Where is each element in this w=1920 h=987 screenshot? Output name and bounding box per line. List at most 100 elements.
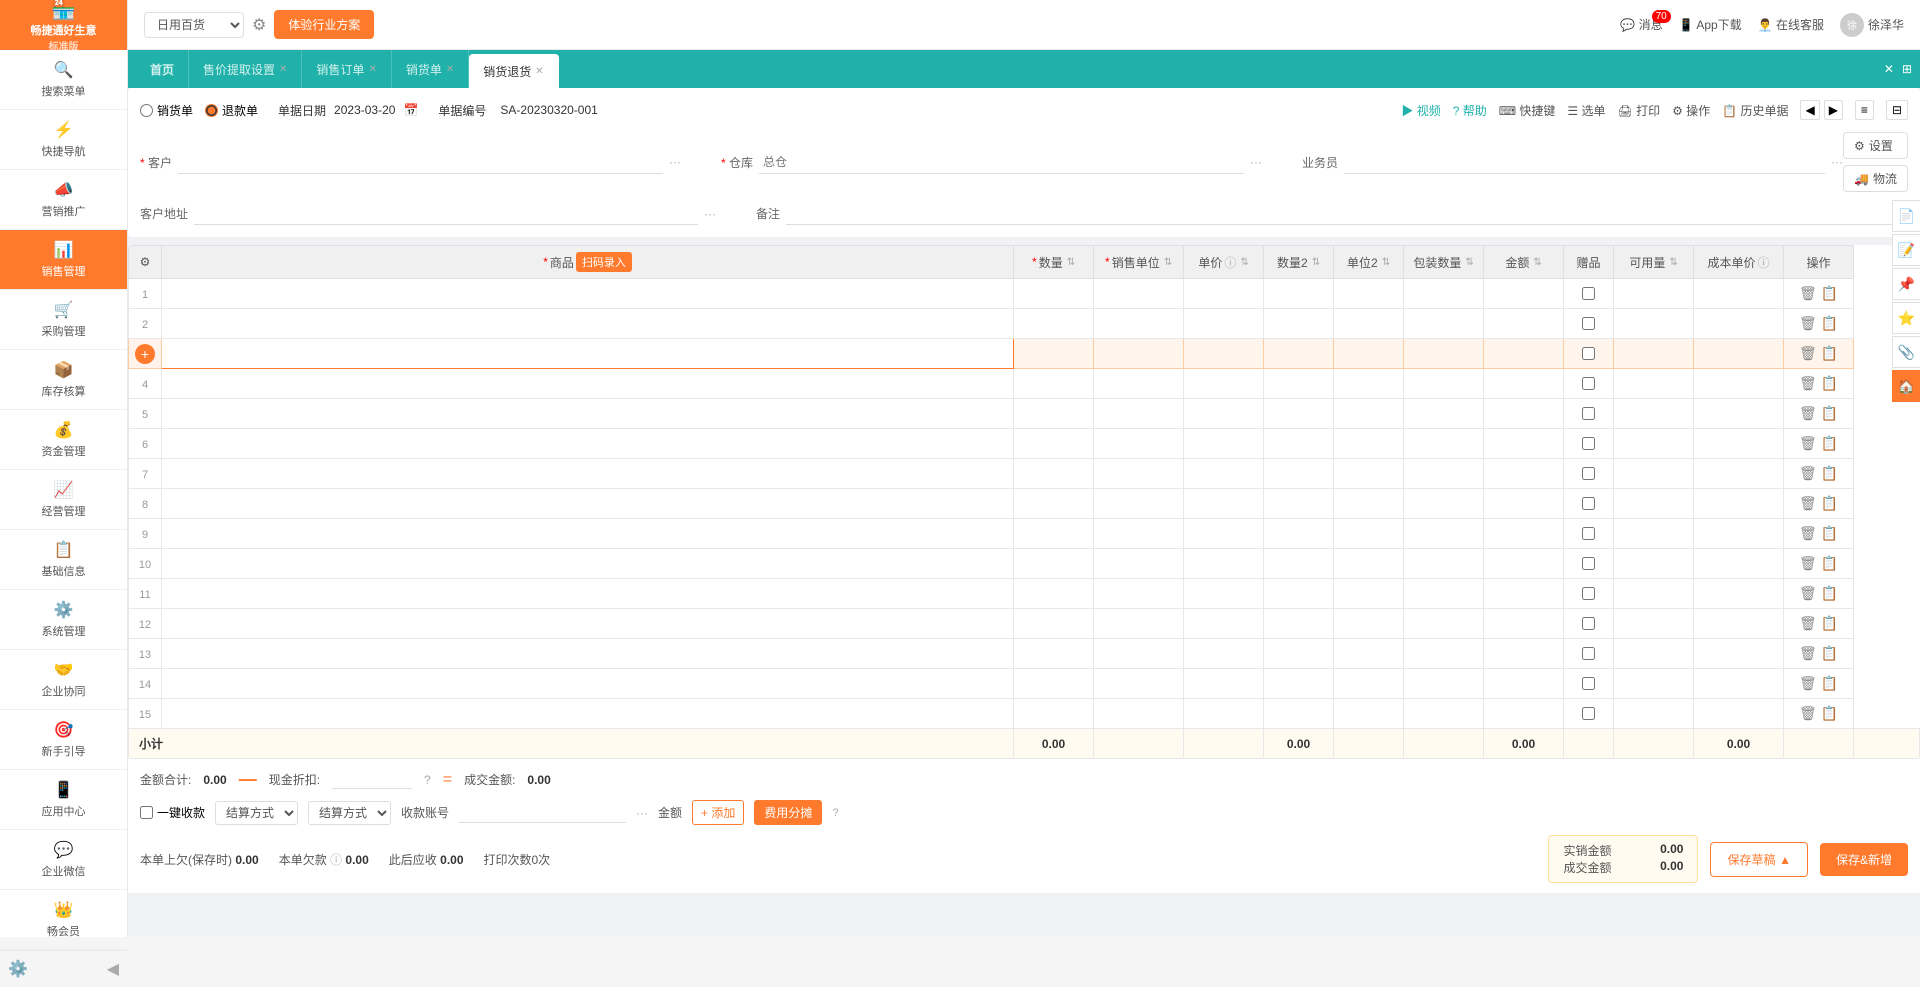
delete-row-btn[interactable]: 🗑 bbox=[1799, 405, 1817, 422]
quantity2-cell[interactable] bbox=[1264, 309, 1334, 339]
gift-checkbox[interactable] bbox=[1582, 527, 1595, 540]
settings-bottom-btn[interactable]: ⚙️ bbox=[8, 959, 28, 979]
copy-row-btn[interactable]: 📋 bbox=[1821, 375, 1838, 392]
quantity-cell-active[interactable] bbox=[1014, 339, 1094, 369]
delete-row-btn[interactable]: 🗑 bbox=[1799, 675, 1817, 692]
quantity2-cell[interactable] bbox=[1264, 279, 1334, 309]
amount-cell[interactable] bbox=[1484, 279, 1564, 309]
logistics-btn[interactable]: 🚚 物流 bbox=[1843, 165, 1908, 192]
product-cell[interactable] bbox=[162, 279, 1014, 309]
gift-checkbox[interactable] bbox=[1582, 317, 1595, 330]
quantity-cell[interactable] bbox=[1014, 279, 1094, 309]
sales-unit-cell-active[interactable] bbox=[1094, 339, 1184, 369]
delete-row-btn[interactable]: 🗑 bbox=[1799, 645, 1817, 662]
sidebar-item-finance[interactable]: 💰 资金管理 bbox=[0, 410, 127, 470]
unit-sort[interactable]: ⇅ bbox=[1164, 257, 1172, 268]
side-link-btn[interactable]: 📎 bbox=[1892, 336, 1920, 368]
tab-close-all[interactable]: ✕ bbox=[1884, 62, 1894, 76]
pack-qty-cell[interactable] bbox=[1404, 309, 1484, 339]
product-cell[interactable] bbox=[162, 309, 1014, 339]
sidebar-item-purchase[interactable]: 🛒 采购管理 bbox=[0, 290, 127, 350]
gift-checkbox[interactable] bbox=[1582, 557, 1595, 570]
copy-row-btn[interactable]: 📋 bbox=[1821, 555, 1838, 572]
customer-more-icon[interactable]: ··· bbox=[669, 155, 681, 169]
gift-checkbox[interactable] bbox=[1582, 377, 1595, 390]
staff-more-icon[interactable]: ··· bbox=[1831, 155, 1843, 169]
add-row-button[interactable]: + bbox=[135, 344, 155, 364]
copy-row-btn[interactable]: 📋 bbox=[1821, 315, 1838, 332]
copy-row-btn[interactable]: 📋 bbox=[1821, 525, 1838, 542]
side-home-btn[interactable]: 🏠 bbox=[1892, 370, 1920, 402]
gift-checkbox[interactable] bbox=[1582, 617, 1595, 630]
add-payment-btn[interactable]: + 添加 bbox=[692, 800, 744, 825]
sidebar-item-member[interactable]: 👑 畅会员 bbox=[0, 890, 127, 950]
gift-checkbox[interactable] bbox=[1582, 287, 1595, 300]
sales-unit-cell[interactable] bbox=[1094, 279, 1184, 309]
cost-price-cell[interactable] bbox=[1694, 279, 1784, 309]
radio-return[interactable]: 退款单 bbox=[205, 102, 258, 119]
copy-row-btn[interactable]: 📋 bbox=[1821, 705, 1838, 722]
th-settings[interactable]: ⚙ bbox=[129, 246, 162, 279]
delete-row-btn[interactable]: 🗑 bbox=[1799, 375, 1817, 392]
tab-sales-order[interactable]: 销售订单 ✕ bbox=[302, 50, 391, 88]
history-link[interactable]: 📋 历史单据 bbox=[1722, 102, 1788, 119]
radio-sales[interactable]: 销货单 bbox=[140, 102, 193, 119]
unit-price-cell[interactable] bbox=[1184, 309, 1264, 339]
gift-checkbox[interactable] bbox=[1582, 467, 1595, 480]
u2-sort[interactable]: ⇅ bbox=[1382, 257, 1390, 268]
delete-active-btn[interactable]: 🗑 bbox=[1799, 345, 1817, 362]
tab-order-close[interactable]: ✕ bbox=[368, 64, 376, 75]
view-detail-btn[interactable]: ⊟ bbox=[1886, 100, 1908, 120]
amount-sort[interactable]: ⇅ bbox=[1533, 257, 1541, 268]
side-star-btn[interactable]: ⭐ bbox=[1892, 302, 1920, 334]
sidebar-item-wechat[interactable]: 💬 企业微信 bbox=[0, 830, 127, 890]
sidebar-item-inventory[interactable]: 📦 库存核算 bbox=[0, 350, 127, 410]
copy-row-btn[interactable]: 📋 bbox=[1821, 675, 1838, 692]
price-sort[interactable]: ⇅ bbox=[1240, 257, 1248, 268]
address-more-icon[interactable]: ··· bbox=[704, 207, 716, 221]
delete-row-btn[interactable]: 🗑 bbox=[1799, 615, 1817, 632]
gift-checkbox[interactable] bbox=[1582, 677, 1595, 690]
next-record-btn[interactable]: ▶ bbox=[1824, 100, 1843, 120]
gift-checkbox[interactable] bbox=[1582, 647, 1595, 660]
gift-checkbox[interactable] bbox=[1582, 437, 1595, 450]
customer-input[interactable] bbox=[178, 151, 663, 174]
copy-row-btn[interactable]: 📋 bbox=[1821, 465, 1838, 482]
available-cell[interactable] bbox=[1614, 279, 1694, 309]
available-cell[interactable] bbox=[1614, 309, 1694, 339]
unit-price-cell[interactable] bbox=[1184, 279, 1264, 309]
one-click-label[interactable]: 一键收款 bbox=[140, 804, 205, 821]
notification-bell[interactable]: 💬 消息 70 bbox=[1620, 16, 1662, 33]
product-cell-active[interactable] bbox=[162, 339, 1014, 369]
side-pin-btn[interactable]: 📌 bbox=[1892, 268, 1920, 300]
discount-input[interactable] bbox=[332, 770, 412, 789]
more-accounts[interactable]: ··· bbox=[636, 806, 648, 820]
side-doc-btn[interactable]: 📄 bbox=[1892, 200, 1920, 232]
delete-row-btn[interactable]: 🗑 bbox=[1799, 315, 1817, 332]
note-input[interactable] bbox=[786, 202, 1908, 225]
industry-select[interactable]: 日用百货 bbox=[144, 12, 244, 38]
delete-row-btn[interactable]: 🗑 bbox=[1799, 555, 1817, 572]
avail-sort[interactable]: ⇅ bbox=[1669, 257, 1677, 268]
gift-checkbox[interactable] bbox=[1582, 407, 1595, 420]
sidebar-item-search[interactable]: 🔍 搜索菜单 bbox=[0, 50, 127, 110]
one-click-checkbox[interactable] bbox=[140, 806, 153, 819]
pack-qty-cell-active[interactable] bbox=[1404, 339, 1484, 369]
product-input-active[interactable] bbox=[168, 347, 1007, 361]
copy-row-btn[interactable]: 📋 bbox=[1821, 645, 1838, 662]
user-menu[interactable]: 徐 徐泽华 bbox=[1840, 13, 1904, 37]
cost-price-cell[interactable] bbox=[1694, 309, 1784, 339]
copy-row-btn[interactable]: 📋 bbox=[1821, 615, 1838, 632]
tab-home[interactable]: 首页 bbox=[136, 50, 189, 88]
delete-row-btn[interactable]: 🗑 bbox=[1799, 585, 1817, 602]
save-new-button[interactable]: 保存&新增 bbox=[1820, 843, 1908, 876]
print-link[interactable]: 🖨 打印 bbox=[1618, 102, 1661, 119]
available-cell-active[interactable] bbox=[1614, 339, 1694, 369]
copy-row-btn[interactable]: 📋 bbox=[1821, 435, 1838, 452]
pack-sort[interactable]: ⇅ bbox=[1465, 257, 1473, 268]
address-input[interactable] bbox=[194, 202, 698, 225]
gift-checkbox[interactable] bbox=[1582, 587, 1595, 600]
radio-sales-input[interactable] bbox=[140, 104, 153, 117]
delete-row-btn[interactable]: 🗑 bbox=[1799, 495, 1817, 512]
warehouse-input[interactable] bbox=[759, 151, 1244, 174]
